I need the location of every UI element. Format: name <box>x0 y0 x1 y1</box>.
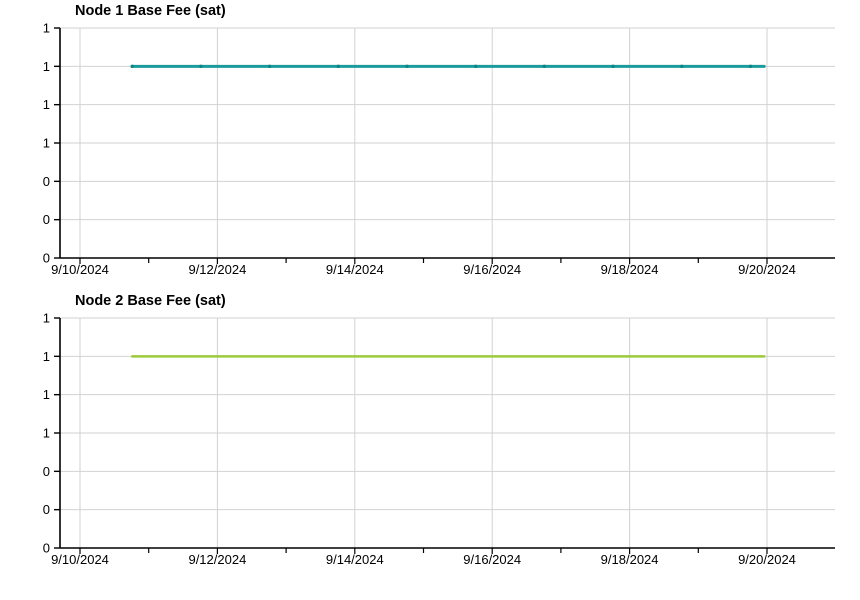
y-tick-label: 0 <box>43 502 50 517</box>
gridlines <box>60 28 835 258</box>
x-tick-label: 9/18/2024 <box>601 552 659 567</box>
y-ticks <box>54 318 60 548</box>
gridlines <box>60 318 835 548</box>
y-ticks <box>54 28 60 258</box>
x-tick-label: 9/10/2024 <box>51 262 109 277</box>
y-tick-label: 1 <box>43 387 50 402</box>
x-tick-label: 9/16/2024 <box>463 552 521 567</box>
y-tick-label: 0 <box>43 174 50 189</box>
x-tick-label: 9/12/2024 <box>188 552 246 567</box>
y-tick-label: 1 <box>43 97 50 112</box>
y-tick-label: 1 <box>43 311 50 326</box>
y-tick-label: 0 <box>43 251 50 266</box>
chart-node-1-base-fee: Node 1 Base Fee (sat) 11110009/10/20249/… <box>0 0 860 290</box>
y-tick-label: 0 <box>43 541 50 556</box>
x-ticks <box>80 258 767 264</box>
x-tick-label: 9/20/2024 <box>738 552 796 567</box>
x-tick-label: 9/16/2024 <box>463 262 521 277</box>
y-tick-label: 1 <box>43 136 50 151</box>
y-tick-label: 1 <box>43 59 50 74</box>
y-tick-label: 1 <box>43 426 50 441</box>
x-tick-label: 9/10/2024 <box>51 552 109 567</box>
chart-2-plot: 11110009/10/20249/12/20249/14/20249/16/2… <box>0 290 860 580</box>
y-tick-label: 1 <box>43 21 50 36</box>
y-tick-label: 1 <box>43 349 50 364</box>
y-tick-label: 0 <box>43 464 50 479</box>
x-tick-label: 9/20/2024 <box>738 262 796 277</box>
x-tick-label: 9/14/2024 <box>326 552 384 567</box>
chart-1-plot: 11110009/10/20249/12/20249/14/20249/16/2… <box>0 0 860 290</box>
dual-chart-canvas: Node 1 Base Fee (sat) 11110009/10/20249/… <box>0 0 860 600</box>
x-ticks <box>80 548 767 554</box>
chart-node-2-base-fee: Node 2 Base Fee (sat) 11110009/10/20249/… <box>0 290 860 580</box>
x-tick-label: 9/18/2024 <box>601 262 659 277</box>
y-tick-label: 0 <box>43 212 50 227</box>
x-tick-label: 9/12/2024 <box>188 262 246 277</box>
x-tick-label: 9/14/2024 <box>326 262 384 277</box>
